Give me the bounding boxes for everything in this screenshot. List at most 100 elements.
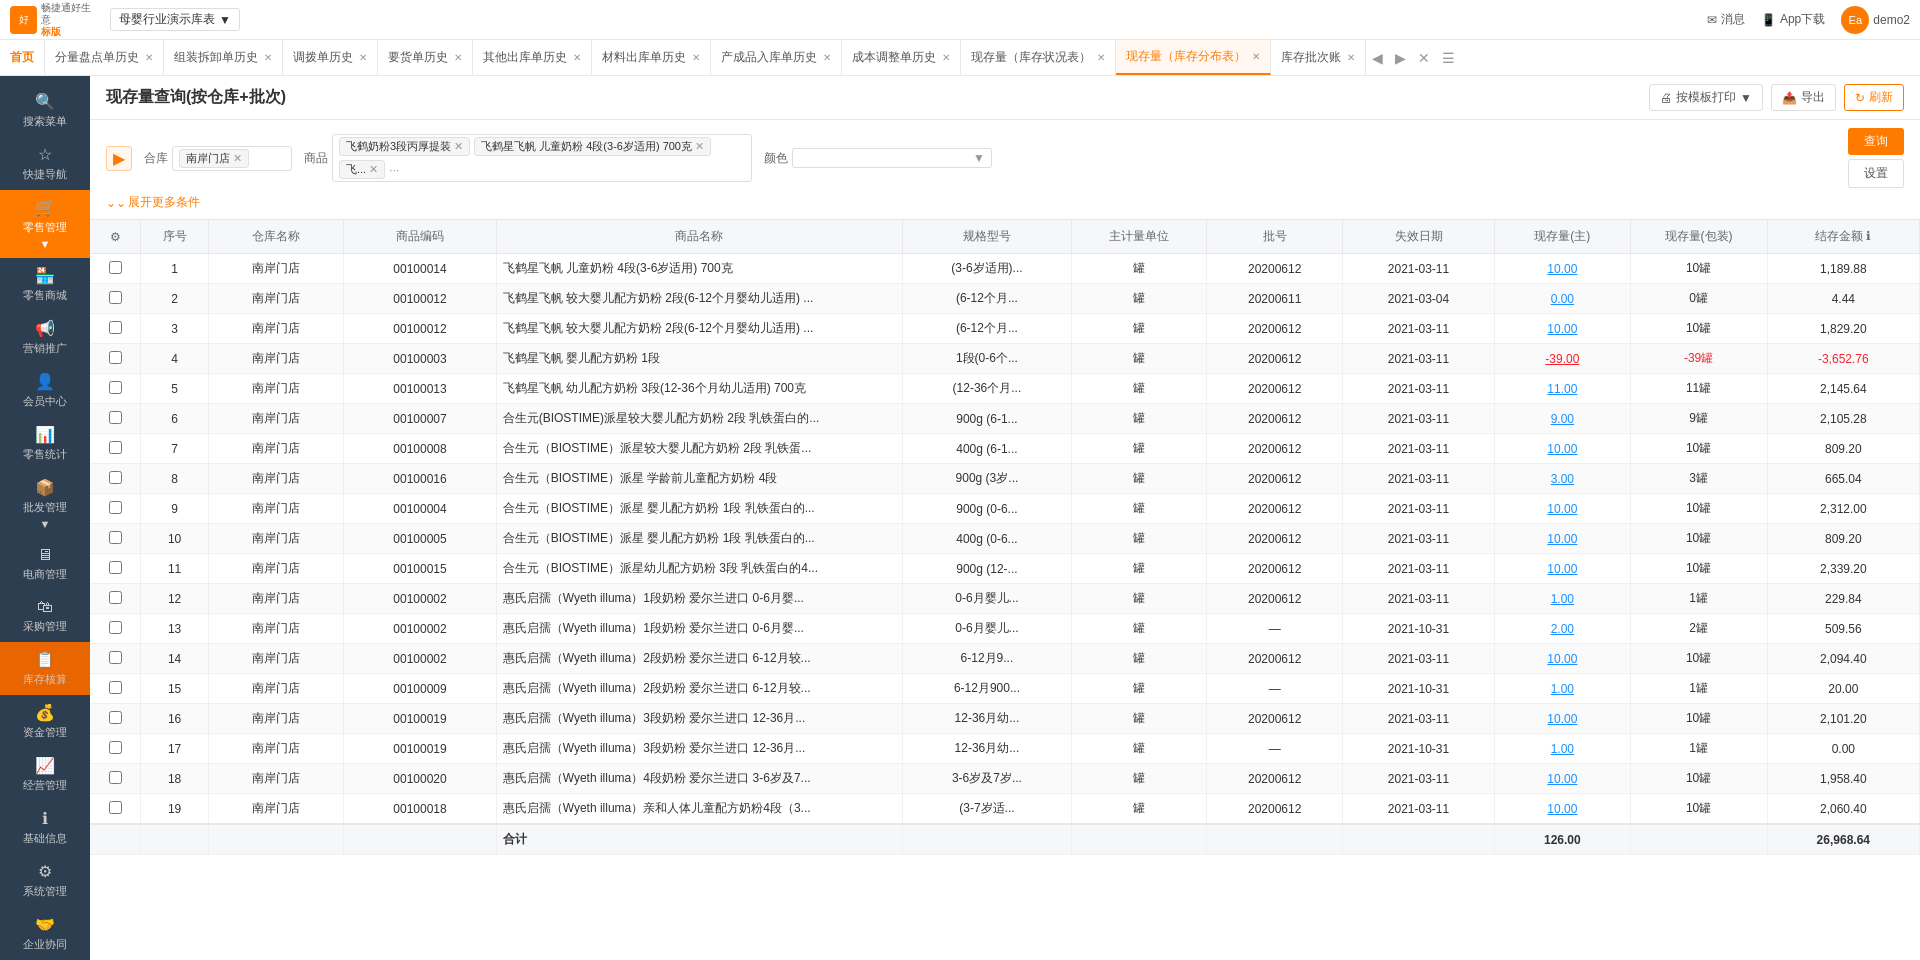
tab-close-icon[interactable]: ✕ xyxy=(454,52,462,63)
cell-check[interactable] xyxy=(90,764,141,794)
tab-split[interactable]: 分量盘点单历史 ✕ xyxy=(45,40,164,75)
sidebar-item-system[interactable]: ⚙ 系统管理 xyxy=(0,854,90,907)
row-checkbox[interactable] xyxy=(109,381,122,394)
product-tag-2[interactable]: 飞鹤星飞帆 儿童奶粉 4段(3-6岁适用) 700克 ✕ xyxy=(474,137,711,156)
row-checkbox[interactable] xyxy=(109,411,122,424)
tab-close-all-btn[interactable]: ✕ xyxy=(1412,40,1436,75)
row-checkbox[interactable] xyxy=(109,711,122,724)
sidebar-item-ecommerce[interactable]: 🖥 电商管理 xyxy=(0,538,90,590)
cell-stock-main[interactable]: 10.00 xyxy=(1495,704,1630,734)
cell-check[interactable] xyxy=(90,494,141,524)
row-checkbox[interactable] xyxy=(109,351,122,364)
sidebar-item-inventory[interactable]: 📋 库存核算 xyxy=(0,642,90,695)
cell-stock-main[interactable]: 10.00 xyxy=(1495,494,1630,524)
cell-check[interactable] xyxy=(90,794,141,825)
product-tag-3-close[interactable]: ✕ xyxy=(369,163,378,176)
row-checkbox[interactable] xyxy=(109,501,122,514)
cell-stock-main[interactable]: 10.00 xyxy=(1495,794,1630,825)
row-checkbox[interactable] xyxy=(109,321,122,334)
tab-product-in[interactable]: 产成品入库单历史 ✕ xyxy=(711,40,842,75)
app-download-btn[interactable]: 📱 App下载 xyxy=(1761,11,1825,28)
tab-material-out[interactable]: 材料出库单历史 ✕ xyxy=(592,40,711,75)
cell-check[interactable] xyxy=(90,464,141,494)
cell-check[interactable] xyxy=(90,434,141,464)
tab-menu-btn[interactable]: ☰ xyxy=(1436,40,1461,75)
cell-stock-main[interactable]: 10.00 xyxy=(1495,764,1630,794)
tab-close-icon[interactable]: ✕ xyxy=(1097,52,1105,63)
print-btn[interactable]: 🖨 按模板打印 ▼ xyxy=(1649,84,1763,111)
cell-check[interactable] xyxy=(90,374,141,404)
cell-stock-main[interactable]: 1.00 xyxy=(1495,674,1630,704)
export-btn[interactable]: 📤 导出 xyxy=(1771,84,1836,111)
row-checkbox[interactable] xyxy=(109,621,122,634)
refresh-btn[interactable]: ↻ 刷新 xyxy=(1844,84,1904,111)
sidebar-item-operation[interactable]: 📈 经营管理 xyxy=(0,748,90,801)
search-button[interactable]: 查询 xyxy=(1848,128,1904,155)
expand-conditions-btn[interactable]: ⌄⌄ 展开更多条件 xyxy=(106,194,1904,211)
row-checkbox[interactable] xyxy=(109,291,122,304)
row-checkbox[interactable] xyxy=(109,801,122,814)
cell-check[interactable] xyxy=(90,314,141,344)
sidebar-item-member[interactable]: 👤 会员中心 xyxy=(0,364,90,417)
row-checkbox[interactable] xyxy=(109,591,122,604)
sidebar-item-shortcut[interactable]: ☆ 快捷导航 xyxy=(0,137,90,190)
cell-check[interactable] xyxy=(90,674,141,704)
tab-disassemble[interactable]: 组装拆卸单历史 ✕ xyxy=(164,40,283,75)
warehouse-tag-container[interactable]: 南岸门店 ✕ xyxy=(172,146,292,171)
workspace-select[interactable]: 母婴行业演示库表 ▼ xyxy=(110,8,240,31)
tab-prev-btn[interactable]: ◀ xyxy=(1366,40,1389,75)
row-checkbox[interactable] xyxy=(109,741,122,754)
tab-close-icon[interactable]: ✕ xyxy=(145,52,153,63)
cell-check[interactable] xyxy=(90,404,141,434)
tab-stock-status[interactable]: 现存量（库存状况表） ✕ xyxy=(961,40,1116,75)
sidebar-item-finance[interactable]: 💰 资金管理 xyxy=(0,695,90,748)
tab-close-icon[interactable]: ✕ xyxy=(692,52,700,63)
row-checkbox[interactable] xyxy=(109,531,122,544)
cell-stock-main[interactable]: -39.00 xyxy=(1495,344,1630,374)
settings-button[interactable]: 设置 xyxy=(1848,159,1904,188)
sidebar-item-marketing[interactable]: 📢 营销推广 xyxy=(0,311,90,364)
cell-check[interactable] xyxy=(90,524,141,554)
cell-stock-main[interactable]: 10.00 xyxy=(1495,254,1630,284)
tab-stock-dist[interactable]: 现存量（库存分布表） ✕ xyxy=(1116,40,1271,75)
tab-close-icon[interactable]: ✕ xyxy=(264,52,272,63)
tab-close-icon[interactable]: ✕ xyxy=(1347,52,1355,63)
sidebar-item-retail[interactable]: 🛒 零售管理 ▼ xyxy=(0,190,90,258)
row-checkbox[interactable] xyxy=(109,441,122,454)
product-tag-3[interactable]: 飞... ✕ xyxy=(339,160,385,179)
sidebar-item-wholesale[interactable]: 📦 批发管理 ▼ xyxy=(0,470,90,538)
row-checkbox[interactable] xyxy=(109,261,122,274)
row-checkbox[interactable] xyxy=(109,771,122,784)
cell-stock-main[interactable]: 10.00 xyxy=(1495,554,1630,584)
cell-check[interactable] xyxy=(90,614,141,644)
cell-check[interactable] xyxy=(90,344,141,374)
warehouse-tag-close[interactable]: ✕ xyxy=(233,152,242,165)
cell-stock-main[interactable]: 0.00 xyxy=(1495,284,1630,314)
cell-check[interactable] xyxy=(90,734,141,764)
row-checkbox[interactable] xyxy=(109,651,122,664)
cell-check[interactable] xyxy=(90,284,141,314)
cell-stock-main[interactable]: 1.00 xyxy=(1495,584,1630,614)
tab-cost-adjust[interactable]: 成本调整单历史 ✕ xyxy=(842,40,961,75)
row-checkbox[interactable] xyxy=(109,681,122,694)
tab-home[interactable]: 首页 xyxy=(0,40,45,75)
cell-stock-main[interactable]: 10.00 xyxy=(1495,524,1630,554)
cell-check[interactable] xyxy=(90,704,141,734)
tab-close-icon[interactable]: ✕ xyxy=(573,52,581,63)
cell-stock-main[interactable]: 11.00 xyxy=(1495,374,1630,404)
warehouse-tag[interactable]: 南岸门店 ✕ xyxy=(179,149,249,168)
color-tag-container[interactable]: ▼ xyxy=(792,148,992,168)
cell-stock-main[interactable]: 2.00 xyxy=(1495,614,1630,644)
cell-check[interactable] xyxy=(90,644,141,674)
cell-check[interactable] xyxy=(90,584,141,614)
tab-close-icon[interactable]: ✕ xyxy=(942,52,950,63)
cell-stock-main[interactable]: 10.00 xyxy=(1495,314,1630,344)
cell-check[interactable] xyxy=(90,254,141,284)
row-checkbox[interactable] xyxy=(109,471,122,484)
product-tag-container[interactable]: 飞鹤奶粉3段丙厚提装 ✕ 飞鹤星飞帆 儿童奶粉 4段(3-6岁适用) 700克 … xyxy=(332,134,752,182)
sidebar-item-retail-stats[interactable]: 📊 零售统计 xyxy=(0,417,90,470)
product-tag-2-close[interactable]: ✕ xyxy=(695,140,704,153)
tab-close-icon[interactable]: ✕ xyxy=(1252,51,1260,62)
product-tag-1-close[interactable]: ✕ xyxy=(454,140,463,153)
tab-requisition[interactable]: 要货单历史 ✕ xyxy=(378,40,473,75)
